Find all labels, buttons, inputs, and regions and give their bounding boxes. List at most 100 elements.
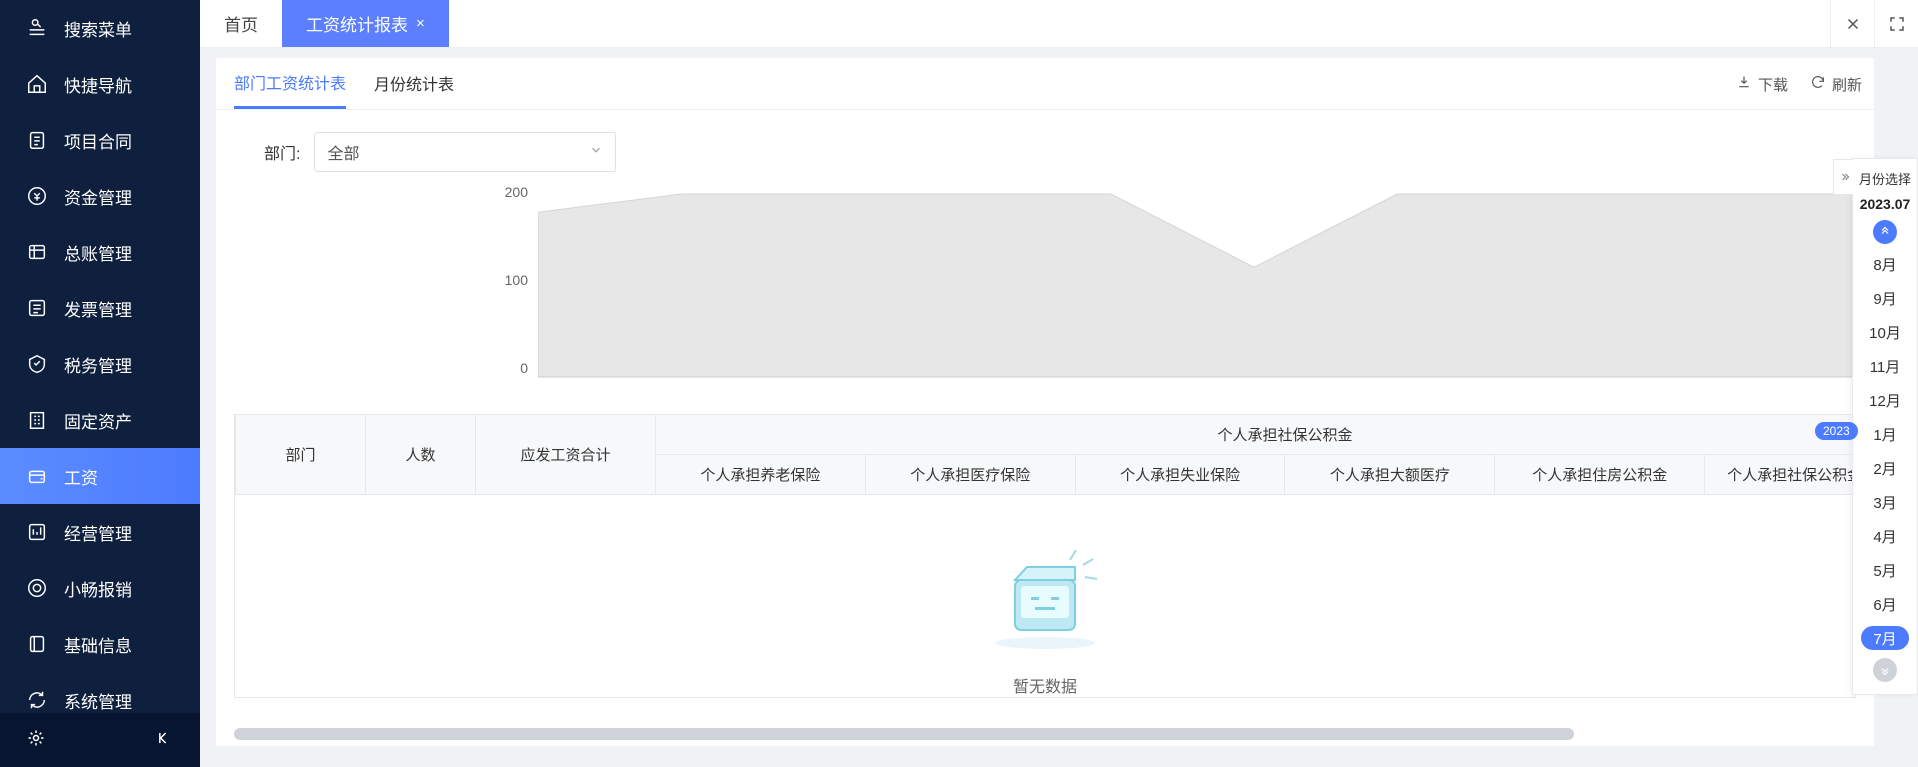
month-option[interactable]: 11月 [1857, 354, 1913, 378]
tab-salary-report[interactable]: 工资统计报表 × [282, 0, 449, 47]
month-option[interactable]: 4月 [1857, 524, 1913, 548]
ytick-0: 0 [498, 360, 528, 376]
month-panel-up-button[interactable] [1873, 220, 1897, 244]
tabs-bar: 首页 工资统计报表 × [200, 0, 1918, 48]
refresh-icon [1810, 74, 1826, 94]
month-option[interactable]: 10月 [1857, 320, 1913, 344]
month-picker-panel: 月份选择 2023.07 8月 9月 10月 11月 12月 1月2023 2月 3月 4月 5月… [1852, 158, 1918, 695]
clipboard-icon [26, 129, 48, 151]
tax-icon [26, 353, 48, 375]
fullscreen-button[interactable] [1874, 0, 1918, 48]
month-option[interactable]: 12月 [1857, 388, 1913, 412]
download-button[interactable]: 下载 [1736, 74, 1788, 95]
tab-home[interactable]: 首页 [200, 0, 282, 47]
sidebar-item-label: 总账管理 [64, 240, 132, 265]
ytick-100: 100 [498, 272, 528, 288]
sidebar-item-project-contract[interactable]: 项目合同 [0, 112, 200, 168]
month-option[interactable]: 1月2023 [1857, 422, 1913, 446]
inner-tab-label: 月份统计表 [374, 71, 454, 95]
sidebar-item-tax[interactable]: 税务管理 [0, 336, 200, 392]
inner-tabs: 部门工资统计表 月份统计表 下载 刷新 [216, 58, 1874, 110]
sidebar: 搜索菜单 快捷导航 项目合同 资金管理 总账管理 发票管理 税务管理 固定资产 … [0, 0, 200, 767]
invoice-icon [26, 297, 48, 319]
ledger-icon [26, 241, 48, 263]
month-option[interactable]: 6月 [1857, 592, 1913, 616]
sidebar-item-ledger[interactable]: 总账管理 [0, 224, 200, 280]
month-option[interactable]: 8月 [1857, 252, 1913, 276]
th-dept: 部门 [236, 415, 366, 495]
sidebar-item-label: 税务管理 [64, 352, 132, 377]
download-label: 下载 [1758, 74, 1788, 95]
chart: 200 100 0 [256, 182, 1834, 402]
tab-label: 工资统计报表 [306, 11, 408, 36]
sidebar-item-salary[interactable]: 工资 [0, 448, 200, 504]
th-housing-fund: 个人承担住房公积金 [1495, 455, 1705, 495]
month-option[interactable]: 9月 [1857, 286, 1913, 310]
coin-icon [26, 185, 48, 207]
dept-select[interactable]: 全部 [314, 132, 616, 172]
sidebar-item-label: 工资 [64, 464, 98, 489]
year-badge: 2023 [1815, 422, 1858, 440]
sidebar-item-basic-info[interactable]: 基础信息 [0, 616, 200, 672]
inner-tab-dept-salary[interactable]: 部门工资统计表 [234, 57, 346, 109]
tab-label: 首页 [224, 11, 258, 36]
filter-row: 部门: 全部 [216, 110, 1874, 182]
sidebar-item-label: 项目合同 [64, 128, 132, 153]
sidebar-item-quick-nav[interactable]: 快捷导航 [0, 56, 200, 112]
refresh-label: 刷新 [1832, 74, 1862, 95]
sidebar-item-fund[interactable]: 资金管理 [0, 168, 200, 224]
biz-icon [26, 521, 48, 543]
month-option[interactable]: 7月 [1861, 626, 1909, 650]
settings-icon[interactable] [26, 728, 46, 753]
sidebar-item-reimburse[interactable]: 小畅报销 [0, 560, 200, 616]
month-panel-current: 2023.07 [1860, 196, 1911, 212]
dept-select-value: 全部 [327, 140, 359, 164]
sidebar-item-business[interactable]: 经营管理 [0, 504, 200, 560]
close-all-tabs-button[interactable] [1830, 0, 1874, 48]
inner-tab-month[interactable]: 月份统计表 [374, 57, 454, 109]
wallet-icon [26, 465, 48, 487]
chevron-down-icon [589, 143, 603, 162]
month-option[interactable]: 2月 [1857, 456, 1913, 480]
th-personal-total: 个人承担社保公积金合计 [1705, 455, 1856, 495]
ytick-200: 200 [498, 184, 528, 200]
download-icon [1736, 74, 1752, 94]
salary-table: 部门 人数 应发工资合计 个人承担社保公积金 公司承担 个人承担养老保险 个人承… [234, 414, 1856, 698]
th-group-personal: 个人承担社保公积金 [656, 415, 1857, 455]
sidebar-footer [0, 713, 200, 767]
inner-tab-label: 部门工资统计表 [234, 70, 346, 94]
close-icon[interactable]: × [416, 15, 425, 32]
th-unemployment: 个人承担失业保险 [1075, 455, 1285, 495]
sidebar-item-label: 经营管理 [64, 520, 132, 545]
month-option[interactable]: 5月 [1857, 558, 1913, 582]
chart-svg [538, 182, 1918, 402]
th-large-medical: 个人承担大额医疗 [1285, 455, 1495, 495]
sidebar-item-search-menu[interactable]: 搜索菜单 [0, 0, 200, 56]
month-panel-down-button[interactable] [1873, 658, 1897, 682]
sidebar-item-fixed-asset[interactable]: 固定资产 [0, 392, 200, 448]
sidebar-item-label: 资金管理 [64, 184, 132, 209]
sidebar-item-label: 快捷导航 [64, 72, 132, 97]
refresh-button[interactable]: 刷新 [1810, 74, 1862, 95]
th-pension: 个人承担养老保险 [656, 455, 866, 495]
sidebar-item-label: 小畅报销 [64, 576, 132, 601]
sidebar-item-label: 固定资产 [64, 408, 132, 433]
th-medical: 个人承担医疗保险 [865, 455, 1075, 495]
main-area: 部门工资统计表 月份统计表 下载 刷新 部门: 全部 200 [200, 48, 1918, 767]
horizontal-scrollbar[interactable] [234, 728, 1856, 740]
dept-label: 部门: [264, 140, 300, 164]
sidebar-item-label: 发票管理 [64, 296, 132, 321]
sidebar-item-invoice[interactable]: 发票管理 [0, 280, 200, 336]
empty-illustration-icon [975, 535, 1115, 655]
gear-cycle-icon [26, 689, 48, 711]
empty-text: 暂无数据 [1013, 673, 1077, 697]
th-people: 人数 [366, 415, 476, 495]
month-option[interactable]: 3月 [1857, 490, 1913, 514]
month-panel-title: 月份选择 [1859, 169, 1911, 188]
book-icon [26, 633, 48, 655]
search-list-icon [26, 17, 48, 39]
building-icon [26, 409, 48, 431]
collapse-icon[interactable] [154, 728, 174, 753]
month-panel-expand-button[interactable] [1833, 159, 1853, 195]
inner-actions: 下载 刷新 [1736, 58, 1862, 110]
